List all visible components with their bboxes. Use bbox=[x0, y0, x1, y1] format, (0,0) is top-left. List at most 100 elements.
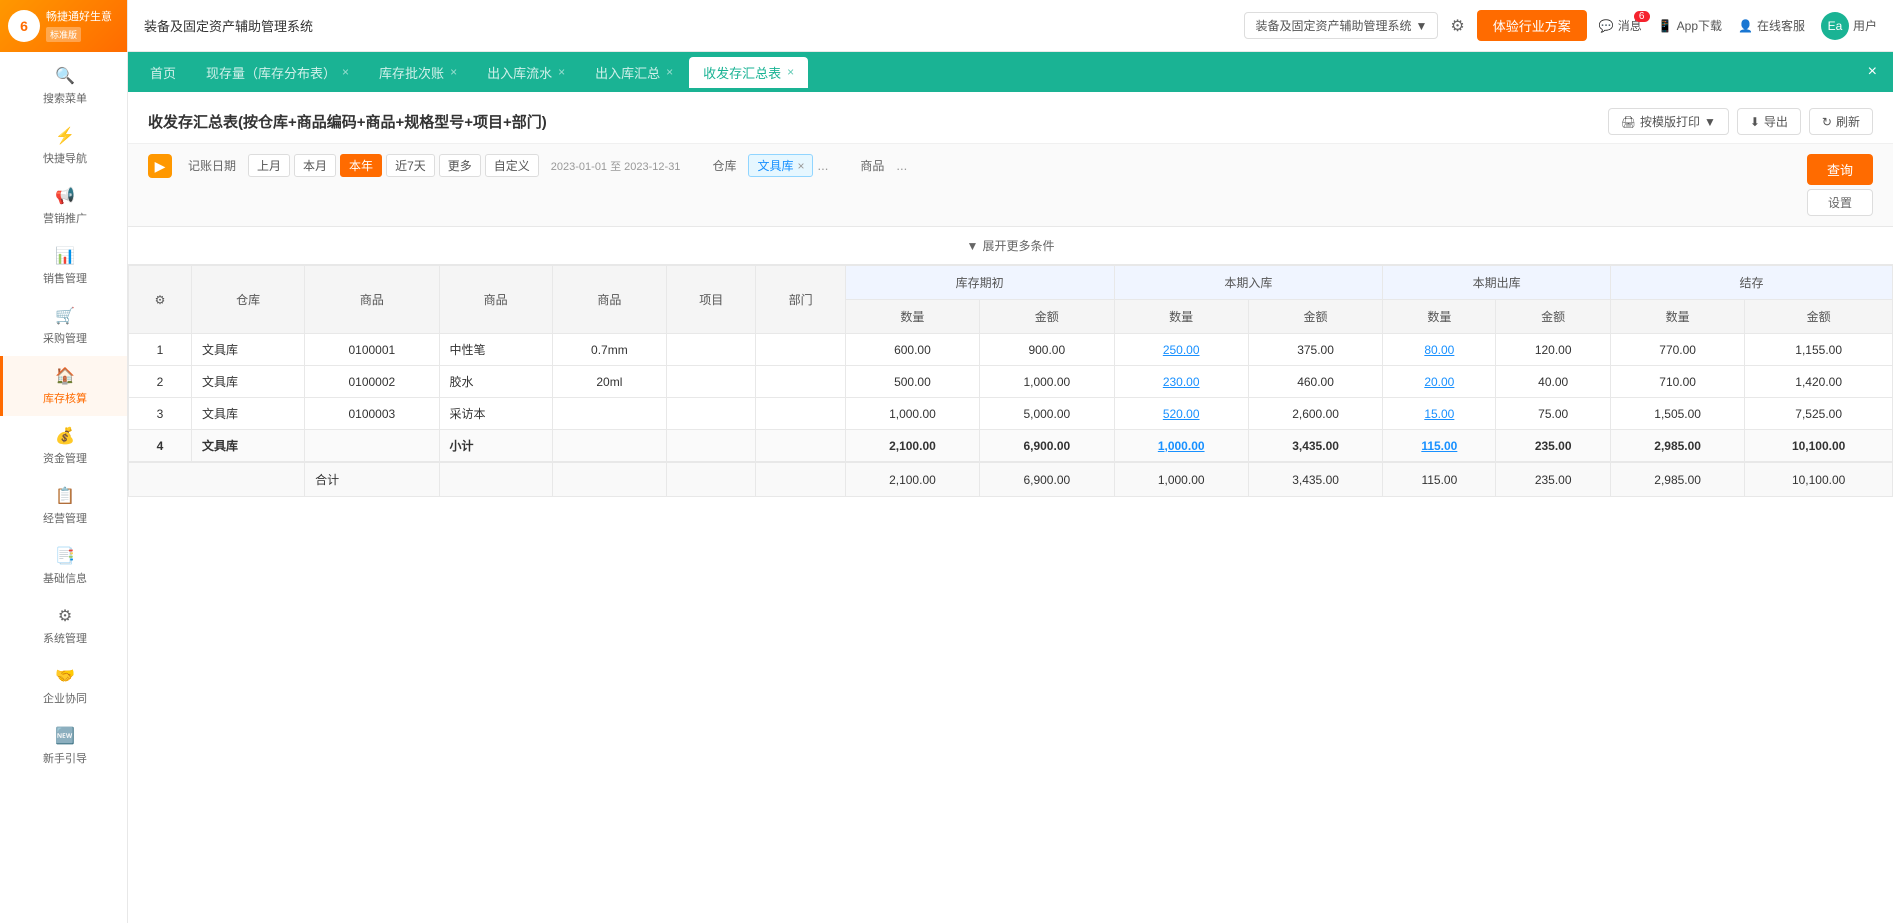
filter-settings-button[interactable]: 设置 bbox=[1807, 189, 1873, 216]
app-download-action[interactable]: 📱 App下载 bbox=[1658, 17, 1722, 34]
warehouse-label: 仓库 bbox=[712, 157, 736, 174]
top-header: 装备及固定资产辅助管理系统 装备及固定资产辅助管理系统 ▼ ⚙ 体验行业方案 💬… bbox=[128, 0, 1893, 52]
in-qty-link[interactable]: 230.00 bbox=[1163, 375, 1200, 389]
system-dropdown[interactable]: 装备及固定资产辅助管理系统 ▼ bbox=[1244, 12, 1438, 39]
online-service-action[interactable]: 👤 在线客服 bbox=[1738, 17, 1805, 34]
total-row: 合计 2,100.00 6,900.00 1,000.00 3,435.00 1… bbox=[129, 462, 1893, 497]
trial-button[interactable]: 体验行业方案 bbox=[1477, 10, 1587, 41]
user-profile-action[interactable]: Ea 用户 bbox=[1821, 12, 1877, 40]
chevron-down-icon: ▼ bbox=[1415, 19, 1427, 33]
date-btn-this-year[interactable]: 本年 bbox=[340, 154, 382, 177]
tab-inventory-dist[interactable]: 现存量（库存分布表） × bbox=[192, 57, 363, 88]
settings-gear-icon[interactable]: ⚙ bbox=[1450, 16, 1464, 36]
date-btn-more[interactable]: 更多 bbox=[439, 154, 481, 177]
sidebar-item-base[interactable]: 📑 基础信息 bbox=[0, 536, 127, 596]
tab-close-icon[interactable]: × bbox=[558, 65, 565, 79]
print-button[interactable]: 🖨 按模版打印 ▼ bbox=[1608, 108, 1729, 135]
sidebar-item-finance[interactable]: 💰 资金管理 bbox=[0, 416, 127, 476]
sidebar: 6 畅捷通好生意 标准版 🔍 搜索菜单 ⚡ 快捷导航 📢 营销推广 📊 销售管理… bbox=[0, 0, 128, 923]
sidebar-item-purchase[interactable]: 🛒 采购管理 bbox=[0, 296, 127, 356]
sidebar-item-guide[interactable]: 🆕 新手引导 bbox=[0, 716, 127, 776]
sub-in-amt: 金额 bbox=[1248, 300, 1382, 334]
filter-toggle-button[interactable]: ▶ bbox=[148, 154, 172, 178]
export-icon: ⬇ bbox=[1750, 115, 1760, 129]
sidebar-item-label: 系统管理 bbox=[43, 630, 87, 646]
search-icon: 🔍 bbox=[55, 66, 75, 86]
expand-button[interactable]: ▼ 展开更多条件 bbox=[959, 233, 1063, 258]
tab-close-icon[interactable]: × bbox=[787, 65, 794, 79]
export-button[interactable]: ⬇ 导出 bbox=[1737, 108, 1801, 135]
sidebar-item-inventory[interactable]: 🏠 库存核算 bbox=[0, 356, 127, 416]
tab-label: 现存量（库存分布表） bbox=[206, 63, 336, 82]
date-label: 记账日期 bbox=[188, 157, 236, 174]
message-badge: 6 bbox=[1634, 11, 1650, 22]
subtotal-in-qty-link[interactable]: 1,000.00 bbox=[1158, 439, 1205, 453]
expand-label: 展开更多条件 bbox=[982, 237, 1054, 254]
sidebar-item-label: 经营管理 bbox=[43, 510, 87, 526]
refresh-icon: ↻ bbox=[1822, 115, 1832, 129]
tab-close-icon[interactable]: × bbox=[450, 65, 457, 79]
goods-dots[interactable]: ... bbox=[896, 158, 907, 173]
out-amt: 40.00 bbox=[1496, 366, 1611, 398]
message-icon: 💬 bbox=[1599, 19, 1614, 33]
message-action[interactable]: 💬 消息 6 bbox=[1599, 17, 1642, 34]
spec: 0.7mm bbox=[552, 334, 666, 366]
open-amt: 1,000.00 bbox=[980, 366, 1114, 398]
dept bbox=[756, 366, 845, 398]
sub-open-amt: 金额 bbox=[980, 300, 1114, 334]
sidebar-item-search[interactable]: 🔍 搜索菜单 bbox=[0, 56, 127, 116]
tab-batch[interactable]: 库存批次账 × bbox=[365, 57, 471, 88]
sidebar-item-system[interactable]: ⚙ 系统管理 bbox=[0, 596, 127, 656]
project bbox=[667, 398, 756, 430]
out-qty-link[interactable]: 20.00 bbox=[1424, 375, 1454, 389]
date-btn-7days[interactable]: 近7天 bbox=[386, 154, 435, 177]
refresh-button[interactable]: ↻ 刷新 bbox=[1809, 108, 1873, 135]
in-qty: 230.00 bbox=[1114, 366, 1248, 398]
expand-icon: ▼ bbox=[967, 239, 979, 253]
tab-inout-summary[interactable]: 出入库汇总 × bbox=[581, 57, 687, 88]
open-amt: 5,000.00 bbox=[980, 398, 1114, 430]
sidebar-item-marketing[interactable]: 📢 营销推广 bbox=[0, 176, 127, 236]
sidebar-item-quick[interactable]: ⚡ 快捷导航 bbox=[0, 116, 127, 176]
out-qty-link[interactable]: 15.00 bbox=[1424, 407, 1454, 421]
subtotal-open-amt: 6,900.00 bbox=[980, 430, 1114, 463]
date-btn-last-month[interactable]: 上月 bbox=[248, 154, 290, 177]
total-in-qty: 1,000.00 bbox=[1114, 462, 1248, 497]
sidebar-item-corp[interactable]: 🤝 企业协同 bbox=[0, 656, 127, 716]
subtotal-out-qty-link[interactable]: 115.00 bbox=[1421, 439, 1457, 453]
in-qty-link[interactable]: 520.00 bbox=[1163, 407, 1200, 421]
code: 0100002 bbox=[305, 366, 439, 398]
sub-out-qty: 数量 bbox=[1383, 300, 1496, 334]
sub-close-amt: 金额 bbox=[1745, 300, 1893, 334]
total-label: 合计 bbox=[305, 462, 439, 497]
corp-icon: 🤝 bbox=[55, 666, 75, 686]
date-btn-this-month[interactable]: 本月 bbox=[294, 154, 336, 177]
total-close-qty: 2,985.00 bbox=[1610, 462, 1744, 497]
tab-recv-send[interactable]: 收发存汇总表 × bbox=[689, 57, 808, 88]
sub-in-qty: 数量 bbox=[1114, 300, 1248, 334]
header-actions: 💬 消息 6 📱 App下载 👤 在线客服 Ea 用户 bbox=[1599, 12, 1877, 40]
tab-close-icon[interactable]: × bbox=[666, 65, 673, 79]
subtotal-out-qty: 115.00 bbox=[1383, 430, 1496, 463]
tab-inout-flow[interactable]: 出入库流水 × bbox=[473, 57, 579, 88]
table-row: 2 文具库 0100002 胶水 20ml 500.00 1,000.00 23… bbox=[129, 366, 1893, 398]
col-closing-header: 结存 bbox=[1610, 266, 1892, 300]
warehouse-dots[interactable]: ... bbox=[817, 158, 828, 173]
in-qty-link[interactable]: 250.00 bbox=[1163, 343, 1200, 357]
warehouse-tag-close-icon[interactable]: × bbox=[797, 159, 804, 173]
date-btn-custom[interactable]: 自定义 bbox=[485, 154, 539, 177]
dept bbox=[756, 398, 845, 430]
out-qty-link[interactable]: 80.00 bbox=[1424, 343, 1454, 357]
tab-close-icon[interactable]: × bbox=[342, 65, 349, 79]
quick-icon: ⚡ bbox=[55, 126, 75, 146]
page-content: 收发存汇总表(按仓库+商品编码+商品+规格型号+项目+部门) 🖨 按模版打印 ▼… bbox=[128, 92, 1893, 923]
tab-bar-close-icon[interactable]: × bbox=[1860, 59, 1885, 85]
tab-home[interactable]: 首页 bbox=[136, 57, 190, 88]
sales-icon: 📊 bbox=[55, 246, 75, 266]
sidebar-item-sales[interactable]: 📊 销售管理 bbox=[0, 236, 127, 296]
open-amt: 900.00 bbox=[980, 334, 1114, 366]
sidebar-item-operations[interactable]: 📋 经营管理 bbox=[0, 476, 127, 536]
sub-out-amt: 金额 bbox=[1496, 300, 1611, 334]
query-button[interactable]: 查询 bbox=[1807, 154, 1873, 185]
col-settings[interactable]: ⚙ bbox=[129, 266, 192, 334]
